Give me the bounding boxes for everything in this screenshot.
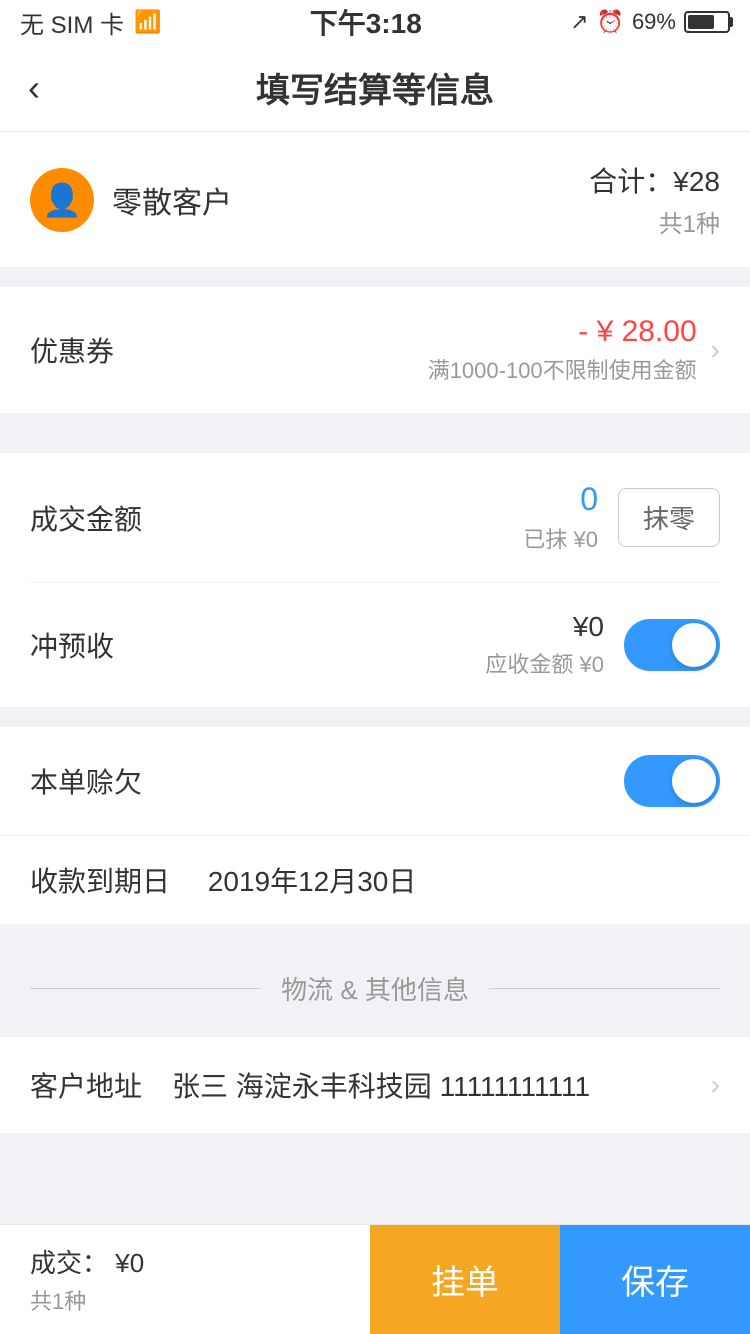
status-right: ↗ ⏰ 69% — [570, 9, 730, 35]
section-divider-3 — [0, 924, 750, 944]
due-date-value: 2019年12月30日 — [208, 866, 417, 897]
location-icon: ↗ — [570, 9, 588, 35]
item-count: 共1种 — [589, 204, 720, 239]
nav-bar: ‹ 填写结算等信息 — [0, 44, 750, 132]
customer-card: 👤 零散客户 合计：¥28 共1种 — [0, 132, 750, 267]
chevron-right-icon: › — [711, 334, 720, 366]
pending-button[interactable]: 挂单 — [370, 1225, 560, 1334]
section-divider-2 — [0, 707, 750, 727]
divider-line-right — [489, 988, 720, 989]
save-button[interactable]: 保存 — [560, 1225, 750, 1334]
address-chevron-icon: › — [711, 1069, 720, 1101]
debt-toggle-knob — [672, 759, 716, 803]
page-title: 填写结算等信息 — [256, 63, 494, 112]
divider-line-left — [30, 988, 261, 989]
battery-percent: 69% — [632, 9, 676, 35]
wifi-icon: 📶 — [134, 9, 161, 35]
coupon-discount-info: - ¥ 28.00 满1000-100不限制使用金额 — [428, 315, 697, 385]
round-button[interactable]: 抹零 — [618, 488, 720, 547]
due-date-row: 收款到期日 2019年12月30日 — [0, 835, 750, 924]
alarm-icon: ⏰ — [597, 9, 624, 35]
coupon-row[interactable]: 优惠券 - ¥ 28.00 满1000-100不限制使用金额 › — [0, 287, 750, 413]
prepay-label: 冲预收 — [30, 625, 114, 665]
debt-label: 本单赊欠 — [30, 761, 142, 801]
prepay-receivable: 应收金额 ¥0 — [485, 647, 604, 679]
bottom-transaction-label: 成交： — [30, 1248, 108, 1278]
time-display: 下午3:18 — [310, 2, 422, 42]
transaction-right: 0 已抹 ¥0 抹零 — [523, 481, 720, 554]
bottom-transaction-amount: ¥0 — [115, 1248, 144, 1278]
avatar: 👤 — [30, 168, 94, 232]
coupon-card: 优惠券 - ¥ 28.00 满1000-100不限制使用金额 › — [0, 287, 750, 413]
bottom-info: 成交： ¥0 共1种 — [0, 1225, 370, 1334]
back-button[interactable]: ‹ — [28, 67, 40, 109]
bottom-bar: 成交： ¥0 共1种 挂单 保存 — [0, 1224, 750, 1334]
address-row[interactable]: 客户地址 张三 海淀永丰科技园 11111111111 › — [0, 1037, 750, 1133]
avatar-icon: 👤 — [42, 181, 82, 219]
bottom-count: 共1种 — [30, 1284, 340, 1316]
logistics-label: 物流 & 其他信息 — [281, 970, 469, 1007]
prepay-amount: ¥0 — [485, 611, 604, 643]
status-left: 无 SIM 卡 📶 — [20, 5, 161, 40]
total-amount: 合计：¥28 — [589, 160, 720, 200]
toggle-knob — [672, 623, 716, 667]
customer-name: 零散客户 — [112, 178, 232, 222]
debt-toggle[interactable] — [624, 755, 720, 807]
transaction-amount[interactable]: 0 — [523, 481, 598, 518]
due-date-label: 收款到期日 — [30, 866, 170, 897]
discount-amount: - ¥ 28.00 — [428, 315, 697, 349]
debt-section: 本单赊欠 — [0, 727, 750, 835]
coupon-description: 满1000-100不限制使用金额 — [428, 353, 697, 385]
order-summary: 合计：¥28 共1种 — [589, 160, 720, 239]
transaction-label: 成交金额 — [30, 498, 142, 538]
prepay-toggle[interactable] — [624, 619, 720, 671]
logistics-divider: 物流 & 其他信息 — [0, 944, 750, 1033]
carrier-text: 无 SIM 卡 — [20, 5, 124, 40]
status-bar: 无 SIM 卡 📶 下午3:18 ↗ ⏰ 69% — [0, 0, 750, 44]
transaction-row: 成交金额 0 已抹 ¥0 抹零 — [30, 453, 720, 583]
coupon-label: 优惠券 — [30, 330, 114, 370]
bottom-transaction: 成交： ¥0 — [30, 1243, 340, 1280]
section-divider-1 — [0, 433, 750, 453]
transaction-section: 成交金额 0 已抹 ¥0 抹零 冲预收 ¥0 应收金额 ¥0 — [0, 453, 750, 707]
prepay-row: 冲预收 ¥0 应收金额 ¥0 — [30, 583, 720, 707]
prepay-amounts: ¥0 应收金额 ¥0 — [485, 611, 604, 679]
address-value: 张三 海淀永丰科技园 11111111111 — [172, 1065, 711, 1105]
battery-icon — [684, 11, 730, 33]
address-label: 客户地址 — [30, 1065, 142, 1105]
round-sub-text: 已抹 ¥0 — [523, 522, 598, 554]
prepay-right: ¥0 应收金额 ¥0 — [485, 611, 720, 679]
customer-row: 👤 零散客户 合计：¥28 共1种 — [0, 132, 750, 267]
content-area: 👤 零散客户 合计：¥28 共1种 优惠券 - ¥ 28.00 满1000-10… — [0, 132, 750, 1283]
customer-info: 👤 零散客户 — [30, 168, 232, 232]
coupon-right: - ¥ 28.00 满1000-100不限制使用金额 › — [428, 315, 720, 385]
